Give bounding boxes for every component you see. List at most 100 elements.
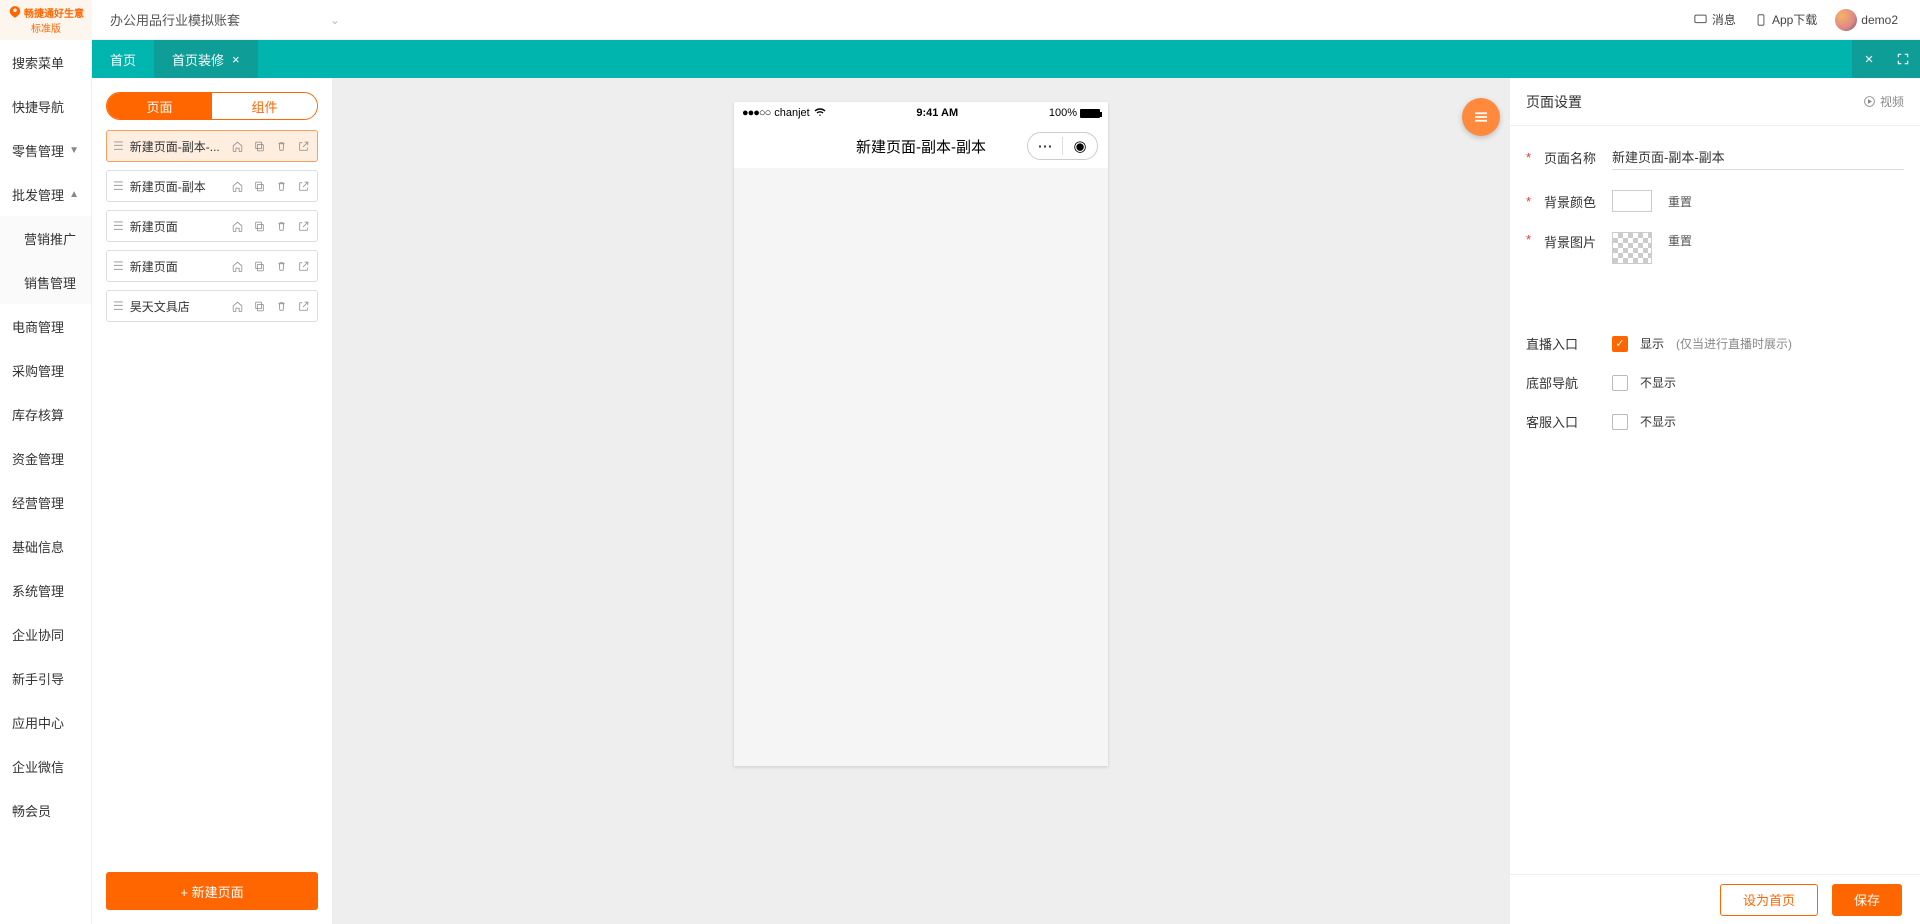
sidebar-item[interactable]: 新手引导 (0, 656, 91, 700)
sidebar-item[interactable]: 应用中心 (0, 700, 91, 744)
sidebar-item[interactable]: 企业协同 (0, 612, 91, 656)
tab-close-all-button[interactable]: × (1852, 40, 1886, 78)
home-icon[interactable] (229, 258, 245, 274)
page-name-label: 新建页面-副本-... (130, 138, 223, 155)
sidebar-item[interactable]: 系统管理 (0, 568, 91, 612)
sidebar-item[interactable]: 电商管理 (0, 304, 91, 348)
sidebar: 搜索菜单快捷导航零售管理▼批发管理▲营销推广销售管理电商管理采购管理库存核算资金… (0, 40, 92, 924)
chat-icon (1693, 12, 1708, 27)
page-list-item[interactable]: ☰昊天文具店 (106, 290, 318, 322)
set-home-button[interactable]: 设为首页 (1720, 884, 1818, 916)
messages-link[interactable]: 消息 (1693, 11, 1736, 28)
trash-icon[interactable] (273, 258, 289, 274)
logo: 畅捷通好生意 标准版 (0, 0, 92, 40)
carrier-label: chanjet (774, 107, 809, 119)
phone-preview: ●●●○○ chanjet 9:41 AM 100% 新建页面-副本-副本 ⋯ (734, 102, 1108, 766)
page-name-input[interactable] (1612, 144, 1904, 170)
page-name-label: 新建页面 (130, 218, 223, 235)
drag-icon[interactable]: ☰ (113, 219, 124, 233)
editor-body: 页面 组件 ☰新建页面-副本-...☰新建页面-副本☰新建页面☰新建页面☰昊天文… (92, 78, 1920, 924)
drag-icon[interactable]: ☰ (113, 139, 124, 153)
trash-icon[interactable] (273, 298, 289, 314)
new-page-button[interactable]: + 新建页面 (106, 872, 318, 910)
sidebar-item[interactable]: 批发管理▲ (0, 172, 91, 216)
sidebar-item[interactable]: 基础信息 (0, 524, 91, 568)
main-area: 首页 首页装修 × × 页面 组件 ☰新建页面-副本-...☰新建页面-副本☰新… (92, 40, 1920, 924)
tab-bar: 首页 首页装修 × × (92, 40, 1920, 78)
phone-nav-bar: 新建页面-副本-副本 ⋯ ◉ (734, 124, 1108, 168)
phone-status-bar: ●●●○○ chanjet 9:41 AM 100% (734, 102, 1108, 124)
copy-icon[interactable] (251, 218, 267, 234)
external-icon[interactable] (295, 178, 311, 194)
sidebar-item[interactable]: 搜索菜单 (0, 40, 91, 84)
battery-icon (1080, 109, 1100, 118)
sidebar-item[interactable]: 零售管理▼ (0, 128, 91, 172)
page-list-item[interactable]: ☰新建页面-副本 (106, 170, 318, 202)
external-icon[interactable] (295, 218, 311, 234)
close-icon[interactable]: × (232, 52, 240, 67)
bg-image-picker[interactable] (1612, 232, 1652, 264)
page-list-item[interactable]: ☰ 新建页面 (106, 210, 318, 242)
service-entry-checkbox[interactable] (1612, 414, 1628, 430)
capsule-close-icon[interactable]: ◉ (1063, 137, 1097, 155)
wifi-icon (814, 106, 826, 121)
page-list-item[interactable]: ☰ 新建页面-副本-... (106, 130, 318, 162)
bottom-nav-checkbox[interactable] (1612, 375, 1628, 391)
trash-icon[interactable] (273, 178, 289, 194)
user-menu[interactable]: demo2 (1835, 9, 1898, 31)
drag-icon[interactable]: ☰ (113, 179, 124, 193)
sidebar-item[interactable]: 销售管理 (0, 260, 91, 304)
page-list-item[interactable]: ☰ 新建页面 (106, 250, 318, 282)
sidebar-item[interactable]: 畅会员 (0, 788, 91, 832)
copy-icon[interactable] (251, 178, 267, 194)
drag-icon[interactable]: ☰ (113, 299, 124, 313)
tab-home[interactable]: 首页 (92, 40, 154, 78)
hamburger-icon (1472, 108, 1490, 126)
bg-color-swatch[interactable] (1612, 190, 1652, 212)
trash-icon[interactable] (273, 218, 289, 234)
home-icon[interactable] (229, 138, 245, 154)
phone-icon (1754, 13, 1768, 27)
sidebar-item[interactable]: 营销推广 (0, 216, 91, 260)
required-marker: * (1526, 150, 1532, 165)
app-download-link[interactable]: App下载 (1754, 11, 1817, 28)
home-icon[interactable] (229, 298, 245, 314)
segment-component[interactable]: 组件 (212, 93, 317, 119)
settings-footer: 设为首页 保存 (1510, 874, 1920, 924)
copy-icon[interactable] (251, 258, 267, 274)
sidebar-item[interactable]: 经营管理 (0, 480, 91, 524)
segment-page[interactable]: 页面 (107, 93, 212, 119)
home-icon[interactable] (229, 178, 245, 194)
sidebar-item[interactable]: 快捷导航 (0, 84, 91, 128)
chevron-down-icon: ⌄ (330, 13, 340, 27)
sidebar-item[interactable]: 企业微信 (0, 744, 91, 788)
home-icon[interactable] (229, 218, 245, 234)
copy-icon[interactable] (251, 138, 267, 154)
external-icon[interactable] (295, 138, 311, 154)
sidebar-item[interactable]: 库存核算 (0, 392, 91, 436)
tab-page-decor[interactable]: 首页装修 × (154, 40, 258, 78)
account-selector[interactable]: 办公用品行业模拟账套 ⌄ (110, 10, 340, 29)
toggle-panel-button[interactable] (1462, 98, 1500, 136)
fullscreen-button[interactable] (1886, 40, 1920, 78)
drag-icon[interactable]: ☰ (113, 259, 124, 273)
play-icon (1863, 95, 1876, 108)
trash-icon[interactable] (273, 138, 289, 154)
copy-icon[interactable] (251, 298, 267, 314)
video-help-link[interactable]: 视频 (1863, 93, 1904, 110)
save-button[interactable]: 保存 (1832, 884, 1902, 916)
user-name: demo2 (1861, 13, 1898, 27)
external-icon[interactable] (295, 298, 311, 314)
external-icon[interactable] (295, 258, 311, 274)
live-entry-checkbox[interactable]: ✓ (1612, 336, 1628, 352)
sidebar-item[interactable]: 采购管理 (0, 348, 91, 392)
phone-body[interactable] (734, 168, 1108, 766)
sidebar-item[interactable]: 资金管理 (0, 436, 91, 480)
capsule-more-icon[interactable]: ⋯ (1028, 137, 1062, 155)
avatar (1835, 9, 1857, 31)
bg-image-reset[interactable]: 重置 (1668, 232, 1692, 249)
settings-header: 页面设置 视频 (1510, 78, 1920, 126)
page-list-panel: 页面 组件 ☰新建页面-副本-...☰新建页面-副本☰新建页面☰新建页面☰昊天文… (92, 78, 332, 924)
bg-color-reset[interactable]: 重置 (1668, 193, 1692, 210)
page-name-label: 新建页面 (130, 258, 223, 275)
